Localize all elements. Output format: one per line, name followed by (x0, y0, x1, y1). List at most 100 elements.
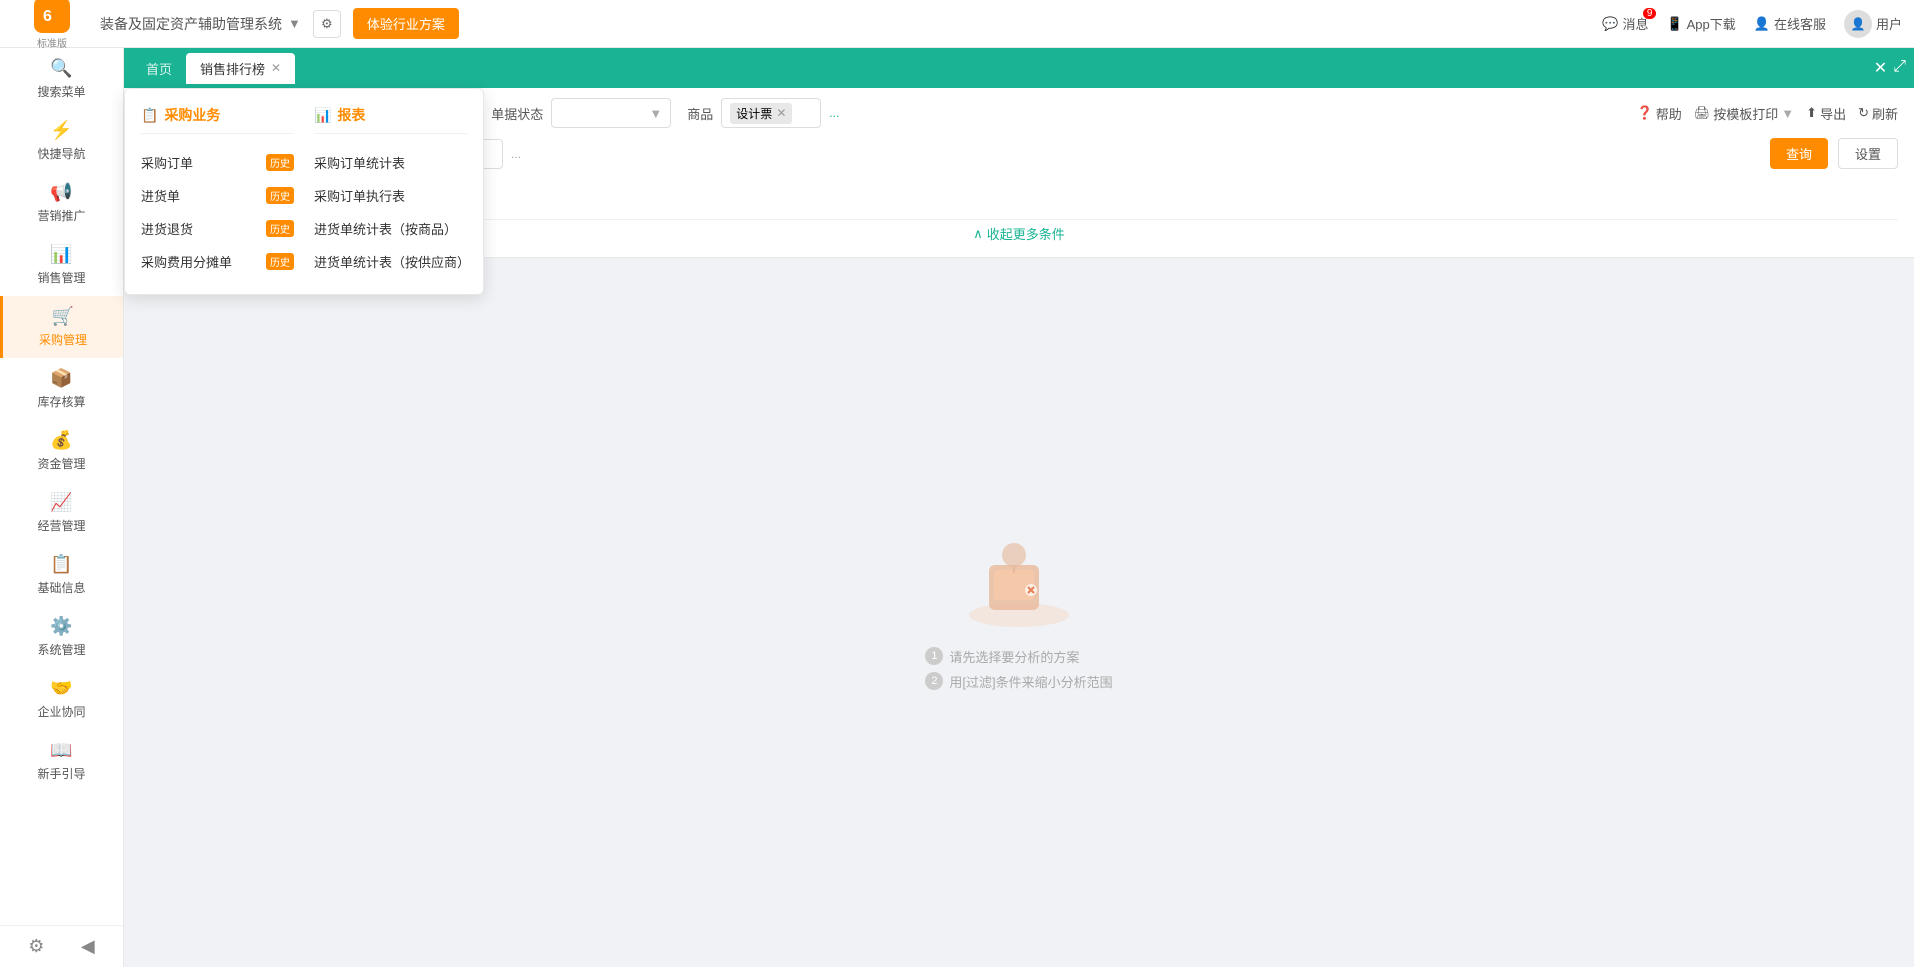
refresh-icon: ↻ (1858, 105, 1869, 121)
print-btn[interactable]: 🖨 按模板打印 ▼ (1694, 104, 1794, 123)
title-dropdown-icon[interactable]: ▼ (288, 16, 301, 31)
service-icon: 👤 (1754, 16, 1770, 32)
dropdown-item-receiving[interactable]: 进货单 历史 (141, 179, 294, 212)
sidebar-item-enterprise[interactable]: 🤝 企业协同 (0, 668, 123, 730)
message-badge: 9 (1643, 8, 1657, 19)
sales-icon: 📊 (50, 244, 72, 265)
dropdown-col-purchase: 📋 采购业务 采购订单 历史 进货单 历史 进货退货 历史 采购费用分摊单 历史 (141, 105, 294, 278)
dropdown-item-report2[interactable]: 采购订单执行表 (314, 179, 467, 212)
tab-close-icon[interactable]: ✕ (271, 61, 281, 75)
empty-illustration (959, 535, 1079, 635)
tab-bar: 首页 销售排行榜 ✕ ✕ ⤢ (124, 48, 1914, 88)
sidebar-item-sales[interactable]: 📊 销售管理 (0, 234, 123, 296)
collapse-up-icon: ∧ (973, 226, 983, 242)
dropdown-item-expense[interactable]: 采购费用分摊单 历史 (141, 245, 294, 278)
history-badge-2[interactable]: 历史 (266, 187, 294, 204)
history-badge-4[interactable]: 历史 (266, 253, 294, 270)
dropdown-item-return[interactable]: 进货退货 历史 (141, 212, 294, 245)
print-dropdown-icon: ▼ (1781, 106, 1794, 121)
purchase-icon: 🛒 (52, 306, 74, 327)
sidebar-item-quicknav[interactable]: ⚡ 快捷导航 (0, 110, 123, 172)
search-icon: 🔍 (50, 58, 72, 79)
sidebar-label-sales: 销售管理 (37, 269, 85, 286)
purchase-col-icon: 📋 (141, 107, 158, 124)
sidebar-collapse-btn[interactable]: ◀ (81, 936, 95, 957)
industry-btn[interactable]: 体验行业方案 (353, 8, 459, 39)
goods-tag[interactable]: 设计票 ✕ (730, 103, 792, 124)
settings-icon[interactable]: ⚙ (313, 10, 341, 38)
dropdown-item-report1[interactable]: 采购订单统计表 (314, 146, 467, 179)
voucher-status-select[interactable]: ▼ (551, 98, 671, 128)
logo-icon: 6 (34, 0, 70, 33)
goods-tag-close-icon[interactable]: ✕ (776, 106, 786, 120)
sidebar-item-marketing[interactable]: 📢 营销推广 (0, 172, 123, 234)
help-btn[interactable]: ❓ 帮助 (1637, 104, 1682, 123)
history-badge-3[interactable]: 历史 (266, 220, 294, 237)
hint-text-2: 用[过滤]条件来缩小分析范围 (949, 672, 1112, 691)
voucher-status-dropdown-icon: ▼ (649, 106, 662, 121)
hint-text-1: 请先选择要分析的方案 (949, 647, 1079, 666)
empty-state: 1 请先选择要分析的方案 2 用[过滤]条件来缩小分析范围 (124, 258, 1914, 967)
goods-select[interactable]: 设计票 ✕ (721, 98, 821, 128)
sidebar-label-operations: 经营管理 (37, 517, 85, 534)
sidebar-item-basic-info[interactable]: 📋 基础信息 (0, 544, 123, 606)
salesperson-more-btn[interactable]: ... (511, 147, 521, 161)
sidebar-item-inventory[interactable]: 📦 库存核算 (0, 358, 123, 420)
settings-action-btn[interactable]: 设置 (1838, 138, 1898, 169)
sidebar-label-system: 系统管理 (37, 641, 85, 658)
enterprise-icon: 🤝 (50, 678, 72, 699)
tab-sales-ranking-label: 销售排行榜 (200, 59, 265, 78)
query-btn[interactable]: 查询 (1770, 138, 1828, 169)
logo-area: 6 标准版 (12, 0, 92, 50)
dropdown-item-purchase-order[interactable]: 采购订单 历史 (141, 146, 294, 179)
finance-icon: 💰 (50, 430, 72, 451)
hint-num-2: 2 (925, 672, 943, 690)
operations-icon: 📈 (50, 492, 72, 513)
sidebar-item-purchase[interactable]: 🛒 采购管理 (0, 296, 123, 358)
basic-info-icon: 📋 (50, 554, 72, 575)
help-icon: ❓ (1637, 105, 1653, 121)
voucher-status-row: 单据状态 ▼ (491, 98, 671, 128)
sidebar-item-guide[interactable]: 📖 新手引导 (0, 730, 123, 792)
tab-home[interactable]: 首页 (132, 53, 186, 84)
print-icon: 🖨 (1694, 105, 1711, 121)
sidebar-item-operations[interactable]: 📈 经营管理 (0, 482, 123, 544)
tab-home-label: 首页 (146, 59, 172, 78)
empty-hint-1: 1 请先选择要分析的方案 (925, 647, 1112, 666)
phone-icon: 📱 (1666, 16, 1682, 32)
goods-label: 商品 (687, 104, 713, 123)
goods-more-btn[interactable]: ... (829, 106, 839, 120)
svg-text:6: 6 (43, 8, 52, 25)
sidebar-label-search: 搜索菜单 (37, 83, 85, 100)
refresh-btn[interactable]: ↻ 刷新 (1858, 104, 1898, 123)
sidebar-item-search[interactable]: 🔍 搜索菜单 (0, 48, 123, 110)
messages-btn[interactable]: 💬 消息 9 (1602, 14, 1648, 33)
sidebar-label-guide: 新手引导 (37, 765, 85, 782)
sidebar-label-marketing: 营销推广 (37, 207, 85, 224)
app-download-btn[interactable]: 📱 App下载 (1666, 14, 1735, 33)
user-avatar: 👤 (1844, 10, 1872, 38)
dropdown-col1-title: 📋 采购业务 (141, 105, 294, 134)
collapse-label: 收起更多条件 (987, 224, 1065, 243)
tab-close-window-icon[interactable]: ✕ (1874, 58, 1887, 78)
tab-sales-ranking[interactable]: 销售排行榜 ✕ (186, 53, 295, 84)
export-btn[interactable]: ⬆ 导出 (1806, 104, 1846, 123)
marketing-icon: 📢 (50, 182, 72, 203)
history-badge-1[interactable]: 历史 (266, 154, 294, 171)
collapse-btn[interactable]: ∧ 收起更多条件 (973, 224, 1065, 243)
dropdown-item-report4[interactable]: 进货单统计表（按供应商） (314, 245, 467, 278)
message-icon: 💬 (1602, 16, 1618, 32)
reports-col-icon: 📊 (314, 107, 331, 124)
sidebar-label-basic-info: 基础信息 (37, 579, 85, 596)
guide-icon: 📖 (50, 740, 72, 761)
logo-subtitle: 标准版 (37, 35, 67, 50)
tab-maximize-icon[interactable]: ⤢ (1893, 58, 1906, 78)
sidebar-item-finance[interactable]: 💰 资金管理 (0, 420, 123, 482)
sidebar-item-system[interactable]: ⚙️ 系统管理 (0, 606, 123, 668)
dropdown-item-report3[interactable]: 进货单统计表（按商品） (314, 212, 467, 245)
inventory-icon: 📦 (50, 368, 72, 389)
user-btn[interactable]: 👤 用户 (1844, 10, 1902, 38)
sidebar-settings-btn[interactable]: ⚙ (28, 936, 44, 957)
purchase-dropdown-menu: 📋 采购业务 采购订单 历史 进货单 历史 进货退货 历史 采购费用分摊单 历史 (124, 88, 484, 295)
online-service-btn[interactable]: 👤 在线客服 (1754, 14, 1826, 33)
